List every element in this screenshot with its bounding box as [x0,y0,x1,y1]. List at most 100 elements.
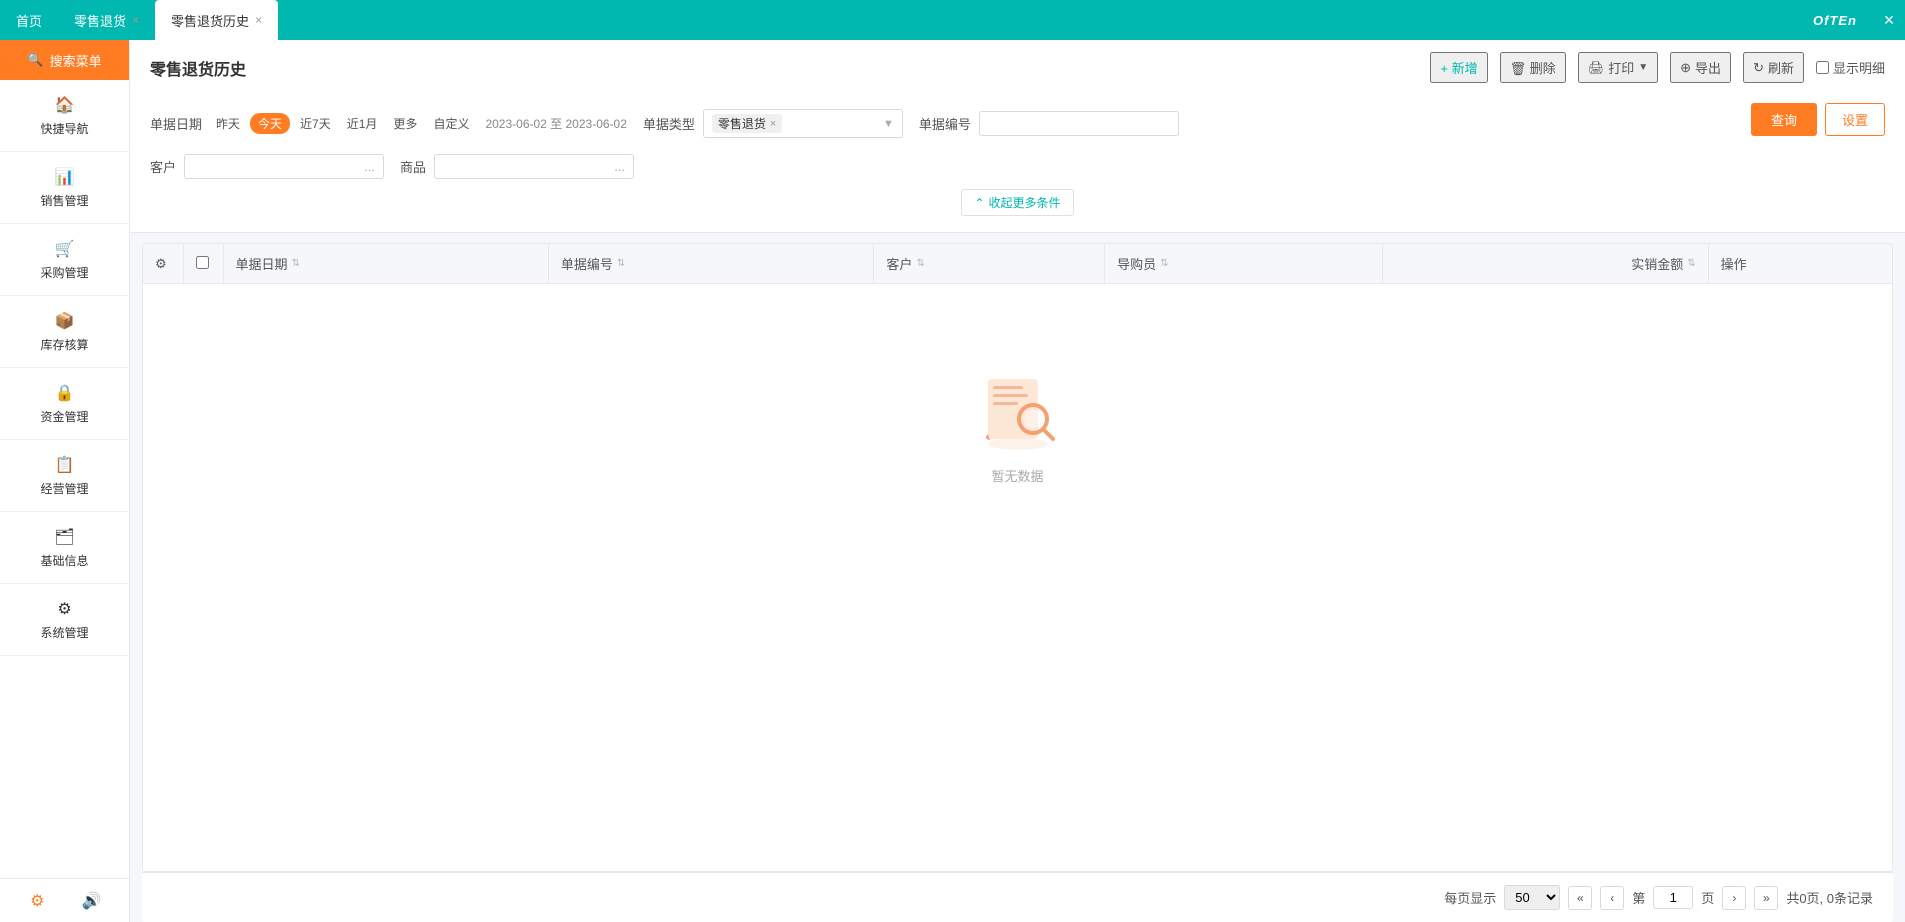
first-page-button[interactable]: « [1568,886,1592,910]
table-header-row: ⚙ 单据日期 ⇅ 单据编号 [143,244,1892,284]
content-area: 零售退货历史 + 新增 🗑 删除 🖨 打印 ▼ ⊕ 导出 ↻ [130,40,1905,922]
export-button[interactable]: ⊕ 导出 [1670,52,1731,83]
sidebar-search-button[interactable]: 🔍 搜索菜单 [0,40,129,80]
last-page-button[interactable]: » [1754,886,1778,910]
th-date-sortable[interactable]: 单据日期 ⇅ [236,254,536,273]
search-icon: 🔍 [27,52,43,68]
export-icon: ⊕ [1680,60,1691,76]
tab-retail-return-history[interactable]: 零售退货历史 × [155,0,278,40]
goods-filter: 商品 ... [400,154,634,179]
date-sort-icon: ⇅ [292,258,300,269]
sidebar-bottom: ⚙ 🔊 [0,878,129,922]
brand-name: OfTEn [1813,13,1857,28]
home-icon: 🏠 [54,94,76,116]
sidebar-item-purchase-mgmt-label: 采购管理 [40,264,88,281]
date-btn-yesterday[interactable]: 昨天 [210,113,246,134]
show-detail-checkbox-label[interactable]: 显示明细 [1816,58,1885,77]
sidebar-volume-button[interactable]: 🔊 [77,886,107,916]
sidebar-settings-button[interactable]: ⚙ [22,886,52,916]
type-filter: 单据类型 零售退货 × ▼ [643,109,903,138]
sidebar-item-system-mgmt[interactable]: ⚙ 系统管理 [0,584,129,656]
tab-retail-return-close[interactable]: × [132,13,139,27]
type-filter-tag: 零售退货 × [712,114,782,133]
th-guide-sortable[interactable]: 导购员 ⇅ [1117,254,1370,273]
refresh-button[interactable]: ↻ 刷新 [1743,52,1804,83]
date-btn-7days[interactable]: 近7天 [294,113,337,134]
th-customer-sortable[interactable]: 客户 ⇅ [886,254,1092,273]
filter-settings-button[interactable]: 设置 [1825,103,1885,136]
voucher-filter-label: 单据编号 [919,114,971,133]
date-btn-custom[interactable]: 自定义 [427,113,475,134]
type-filter-select[interactable]: 零售退货 × ▼ [703,109,903,138]
window-close-button[interactable]: × [1873,4,1905,36]
query-button[interactable]: 查询 [1751,103,1817,136]
th-guide-label: 导购员 [1117,254,1156,273]
th-amount-sortable[interactable]: 实销金额 ⇅ [1395,254,1695,273]
system-icon: ⚙ [54,598,76,620]
pagination-bar: 每页显示 50 10 20 100 « ‹ 第 页 › » 共0页, 0条记录 [142,872,1893,922]
sidebar-item-basic-info[interactable]: 🗂 基础信息 [0,512,129,584]
print-dropdown-icon: ▼ [1638,62,1648,73]
goods-filter-label: 商品 [400,157,426,176]
tab-retail-return-history-close[interactable]: × [255,13,262,27]
th-guide: 导购员 ⇅ [1105,244,1383,284]
date-filter-label: 单据日期 [150,114,202,133]
purchase-icon: 🛒 [54,238,76,260]
customer-ellipsis: ... [364,159,375,174]
type-filter-remove[interactable]: × [770,118,776,130]
sales-icon: 📊 [54,166,76,188]
per-page-select[interactable]: 50 10 20 100 [1504,885,1560,910]
date-btn-1month[interactable]: 近1月 [341,113,384,134]
tab-home[interactable]: 首页 [0,0,58,40]
customer-filter-select[interactable]: ... [184,154,384,179]
top-bar: 首页 零售退货 × 零售退货历史 × OfTEn × [0,0,1905,40]
prev-page-button[interactable]: ‹ [1600,886,1624,910]
column-settings-icon[interactable]: ⚙ [155,256,167,271]
print-button[interactable]: 🖨 打印 ▼ [1578,52,1658,83]
empty-state-row: 暂无数据 [143,284,1892,566]
tab-retail-return-label: 零售退货 [74,11,126,30]
sidebar-item-finance[interactable]: 🔒 资金管理 [0,368,129,440]
per-page-label: 每页显示 [1444,888,1496,907]
sidebar-item-quick-nav-label: 快捷导航 [40,120,88,137]
sidebar-item-system-mgmt-label: 系统管理 [40,624,88,641]
page-number-input[interactable] [1653,886,1693,909]
finance-icon: 🔒 [54,382,76,404]
th-number-sortable[interactable]: 单据编号 ⇅ [561,254,861,273]
select-all-checkbox[interactable] [196,256,209,269]
sidebar-item-sales-mgmt[interactable]: 📊 销售管理 [0,152,129,224]
new-button[interactable]: + 新增 [1430,52,1487,83]
sidebar-item-inventory[interactable]: 📦 库存核算 [0,296,129,368]
collapse-label: 收起更多条件 [989,194,1061,211]
voucher-filter-input[interactable] [979,111,1179,136]
th-number: 单据编号 ⇅ [548,244,873,284]
next-page-icon: › [1732,891,1736,905]
inventory-icon: 📦 [54,310,76,332]
filter-action-buttons: 查询 设置 [1751,103,1885,136]
date-btn-today[interactable]: 今天 [250,113,290,134]
show-detail-checkbox[interactable] [1816,61,1829,74]
tab-retail-return-history-label: 零售退货历史 [171,11,249,30]
sidebar-item-operation[interactable]: 📋 经营管理 [0,440,129,512]
filter-area: 单据日期 昨天 今天 近7天 近1月 更多 自定义 2023-06-02 至 2… [150,93,1885,224]
sidebar-menu: 🏠 快捷导航 📊 销售管理 🛒 采购管理 📦 库存核算 🔒 资金管理 📋 [0,80,129,878]
sidebar-item-purchase-mgmt[interactable]: 🛒 采购管理 [0,224,129,296]
th-amount: 实销金额 ⇅ [1383,244,1708,284]
tab-retail-return[interactable]: 零售退货 × [58,0,155,40]
delete-button[interactable]: 🗑 删除 [1500,52,1566,83]
th-checkbox [183,244,223,284]
number-sort-icon: ⇅ [617,258,625,269]
collapse-row: ⌃ 收起更多条件 [150,189,1885,224]
main-layout: 🔍 搜索菜单 🏠 快捷导航 📊 销售管理 🛒 采购管理 📦 库存核算 🔒 [0,40,1905,922]
sidebar-item-basic-info-label: 基础信息 [40,552,88,569]
type-filter-label: 单据类型 [643,114,695,133]
show-detail-label: 显示明细 [1833,58,1885,77]
date-btn-more[interactable]: 更多 [387,113,423,134]
goods-filter-select[interactable]: ... [434,154,634,179]
sidebar-item-sales-mgmt-label: 销售管理 [40,192,88,209]
next-page-button[interactable]: › [1722,886,1746,910]
sidebar-item-quick-nav[interactable]: 🏠 快捷导航 [0,80,129,152]
table-body: 暂无数据 [143,284,1892,566]
collapse-button[interactable]: ⌃ 收起更多条件 [961,189,1073,216]
date-filter: 单据日期 昨天 今天 近7天 近1月 更多 自定义 2023-06-02 至 2… [150,113,627,134]
